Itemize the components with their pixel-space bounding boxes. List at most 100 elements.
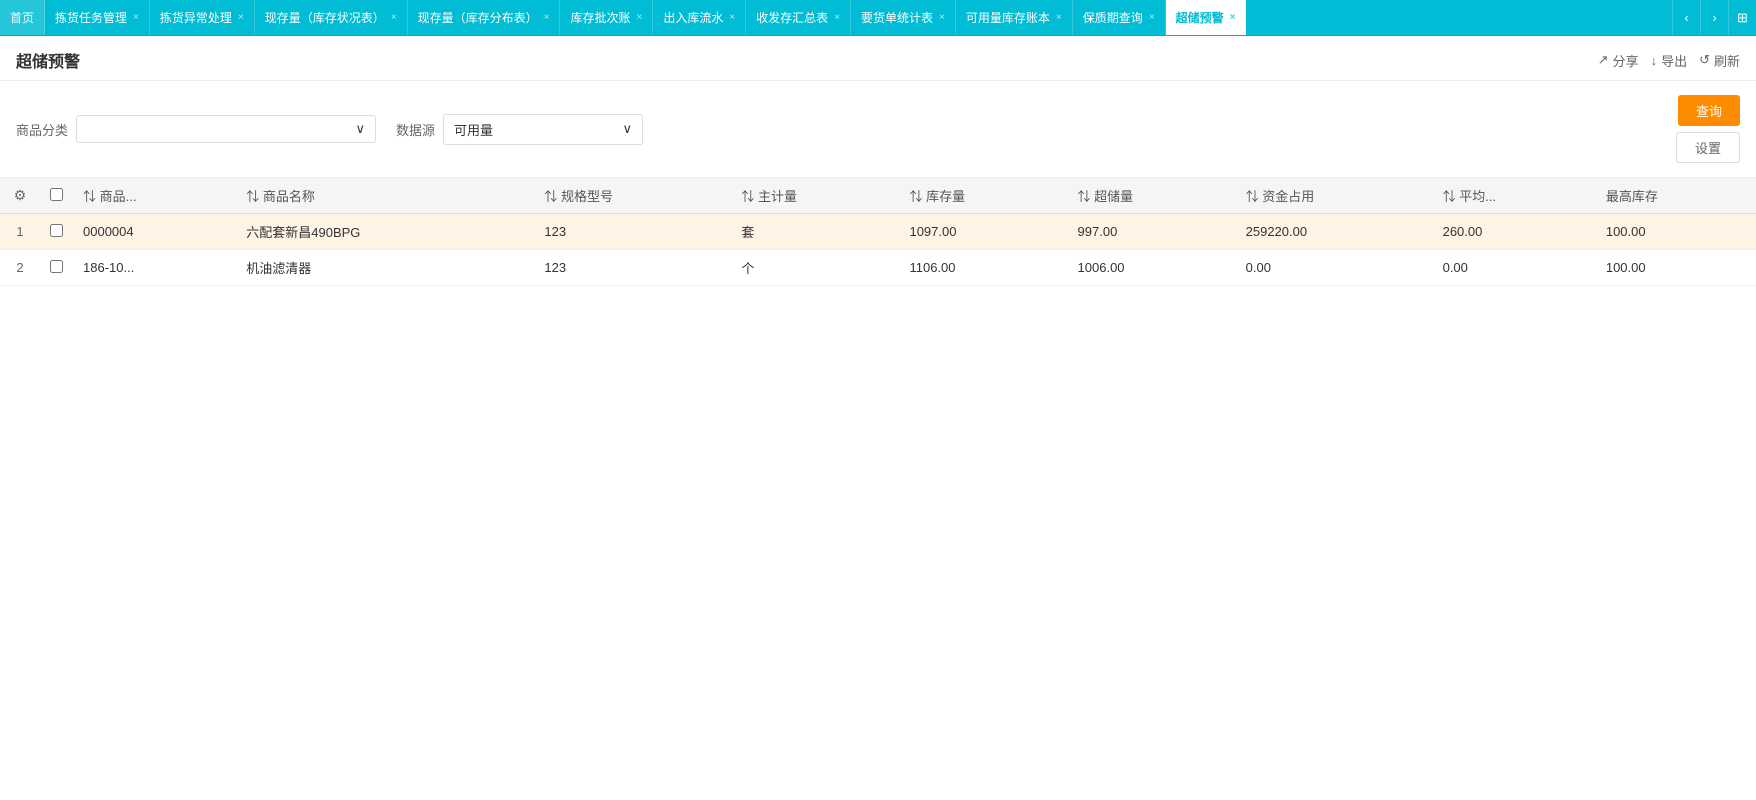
table-body: 1 0000004 六配套新昌490BPG 123 套 1097.00 997.… [0,214,1756,286]
col-checkbox-header[interactable] [40,178,73,214]
col-product-name-label: ⇅ 商品名称 [246,189,315,204]
row-checkbox-col-0[interactable] [40,214,73,250]
share-button[interactable]: ↗ 分享 [1598,51,1639,70]
row-overstock-0: 997.00 [1068,214,1236,250]
nav-item-label-6: 出入库流水 [663,9,723,26]
nav-expand-btn[interactable]: ⊞ [1728,0,1756,35]
col-product-code[interactable]: ⇅ 商品... [73,178,236,214]
nav-item-6[interactable]: 出入库流水 × [653,0,746,35]
nav-close-btn-11[interactable]: × [1230,12,1236,23]
nav-close-btn-10[interactable]: × [1149,12,1155,23]
gear-icon[interactable]: ⚙ [14,187,27,203]
col-overstock-label: ⇅ 超储量 [1078,189,1134,204]
nav-item-7[interactable]: 收发存汇总表 × [746,0,851,35]
nav-item-label-7: 收发存汇总表 [756,9,828,26]
col-max-stock[interactable]: 最高库存 [1596,178,1756,214]
nav-close-btn-1[interactable]: × [133,12,139,23]
nav-item-11[interactable]: 超储预警× [1166,0,1247,35]
nav-item-8[interactable]: 要货单统计表 × [851,0,956,35]
row-max-stock-1: 100.00 [1596,250,1756,286]
datasource-label: 数据源 [396,120,435,139]
nav-close-btn-4[interactable]: × [544,12,550,23]
query-button[interactable]: 查询 [1678,95,1740,126]
settings-button[interactable]: 设置 [1676,132,1740,163]
export-label: 导出 [1661,51,1687,70]
nav-item-0[interactable]: 首页 [0,0,45,35]
nav-close-btn-9[interactable]: × [1056,12,1062,23]
share-label: 分享 [1613,51,1639,70]
col-avg[interactable]: ⇅ 平均... [1433,178,1596,214]
col-settings[interactable]: ⚙ [0,178,40,214]
row-unit-0: 套 [731,214,899,250]
nav-item-3[interactable]: 现存量（库存状况表） × [255,0,408,35]
nav-item-9[interactable]: 可用量库存账本 × [956,0,1073,35]
nav-item-4[interactable]: 现存量（库存分布表） × [408,0,561,35]
nav-item-label-8: 要货单统计表 [861,9,933,26]
row-stock-0: 1097.00 [899,214,1067,250]
nav-next-btn[interactable]: › [1700,0,1728,35]
col-spec[interactable]: ⇅ 规格型号 [534,178,731,214]
row-checkbox-0[interactable] [50,224,63,237]
nav-item-label-0: 首页 [10,9,34,26]
row-checkbox-1[interactable] [50,260,63,273]
col-capital[interactable]: ⇅ 资金占用 [1236,178,1433,214]
nav-item-label-9: 可用量库存账本 [966,9,1050,26]
col-unit-label: ⇅ 主计量 [741,189,797,204]
refresh-label: 刷新 [1714,51,1740,70]
col-unit[interactable]: ⇅ 主计量 [731,178,899,214]
category-select[interactable]: ∨ [76,115,376,143]
category-label: 商品分类 [16,120,68,139]
col-stock[interactable]: ⇅ 库存量 [899,178,1067,214]
page-title: 超储预警 [16,48,80,72]
col-spec-label: ⇅ 规格型号 [544,189,613,204]
export-icon: ↓ [1651,53,1658,68]
nav-close-btn-3[interactable]: × [391,12,397,23]
nav-item-2[interactable]: 拣货异常处理 × [150,0,255,35]
nav-item-label-5: 库存批次账 [570,9,630,26]
export-button[interactable]: ↓ 导出 [1651,51,1688,70]
share-icon: ↗ [1598,52,1609,68]
nav-item-label-3: 现存量（库存状况表） [265,9,385,26]
row-capital-1: 0.00 [1236,250,1433,286]
row-spec-0: 123 [534,214,731,250]
col-product-code-label: ⇅ 商品... [83,189,136,204]
nav-item-label-2: 拣货异常处理 [160,9,232,26]
nav-bar: 首页拣货任务管理×拣货异常处理×现存量（库存状况表）×现存量（库存分布表）×库存… [0,0,1756,36]
datasource-select[interactable]: 可用量 ∨ [443,114,643,145]
row-overstock-1: 1006.00 [1068,250,1236,286]
category-filter: 商品分类 ∨ [16,115,376,143]
nav-arrows: ‹ › ⊞ [1672,0,1756,35]
nav-close-btn-6[interactable]: × [729,12,735,23]
row-avg-0: 260.00 [1433,214,1596,250]
row-checkbox-col-1[interactable] [40,250,73,286]
row-num-0: 1 [0,214,40,250]
nav-close-btn-5[interactable]: × [636,12,642,23]
nav-close-btn-7[interactable]: × [834,12,840,23]
nav-item-5[interactable]: 库存批次账 × [560,0,653,35]
refresh-button[interactable]: ↺ 刷新 [1699,51,1740,70]
row-num-1: 2 [0,250,40,286]
col-stock-label: ⇅ 库存量 [909,189,965,204]
nav-close-btn-8[interactable]: × [939,12,945,23]
nav-item-10[interactable]: 保质期查询× [1073,0,1166,35]
nav-item-label-4: 现存量（库存分布表） [418,9,538,26]
row-unit-1: 个 [731,250,899,286]
col-product-name[interactable]: ⇅ 商品名称 [236,178,534,214]
table-row: 2 186-10... 机油滤清器 123 个 1106.00 1006.00 … [0,250,1756,286]
row-max-stock-0: 100.00 [1596,214,1756,250]
nav-prev-btn[interactable]: ‹ [1672,0,1700,35]
refresh-icon: ↺ [1699,52,1710,68]
page-container: 超储预警 ↗ 分享 ↓ 导出 ↺ 刷新 商品分类 ∨ 数据源 [0,36,1756,800]
col-avg-label: ⇅ 平均... [1443,189,1496,204]
col-overstock[interactable]: ⇅ 超储量 [1068,178,1236,214]
table-row: 1 0000004 六配套新昌490BPG 123 套 1097.00 997.… [0,214,1756,250]
row-capital-0: 259220.00 [1236,214,1433,250]
page-header: 超储预警 ↗ 分享 ↓ 导出 ↺ 刷新 [0,36,1756,81]
nav-item-1[interactable]: 拣货任务管理× [45,0,150,35]
nav-close-btn-2[interactable]: × [238,12,244,23]
col-capital-label: ⇅ 资金占用 [1246,189,1315,204]
row-spec-1: 123 [534,250,731,286]
select-all-checkbox[interactable] [50,188,63,201]
filter-buttons: 查询 设置 [1676,95,1740,163]
row-product-name-0: 六配套新昌490BPG [236,214,534,250]
